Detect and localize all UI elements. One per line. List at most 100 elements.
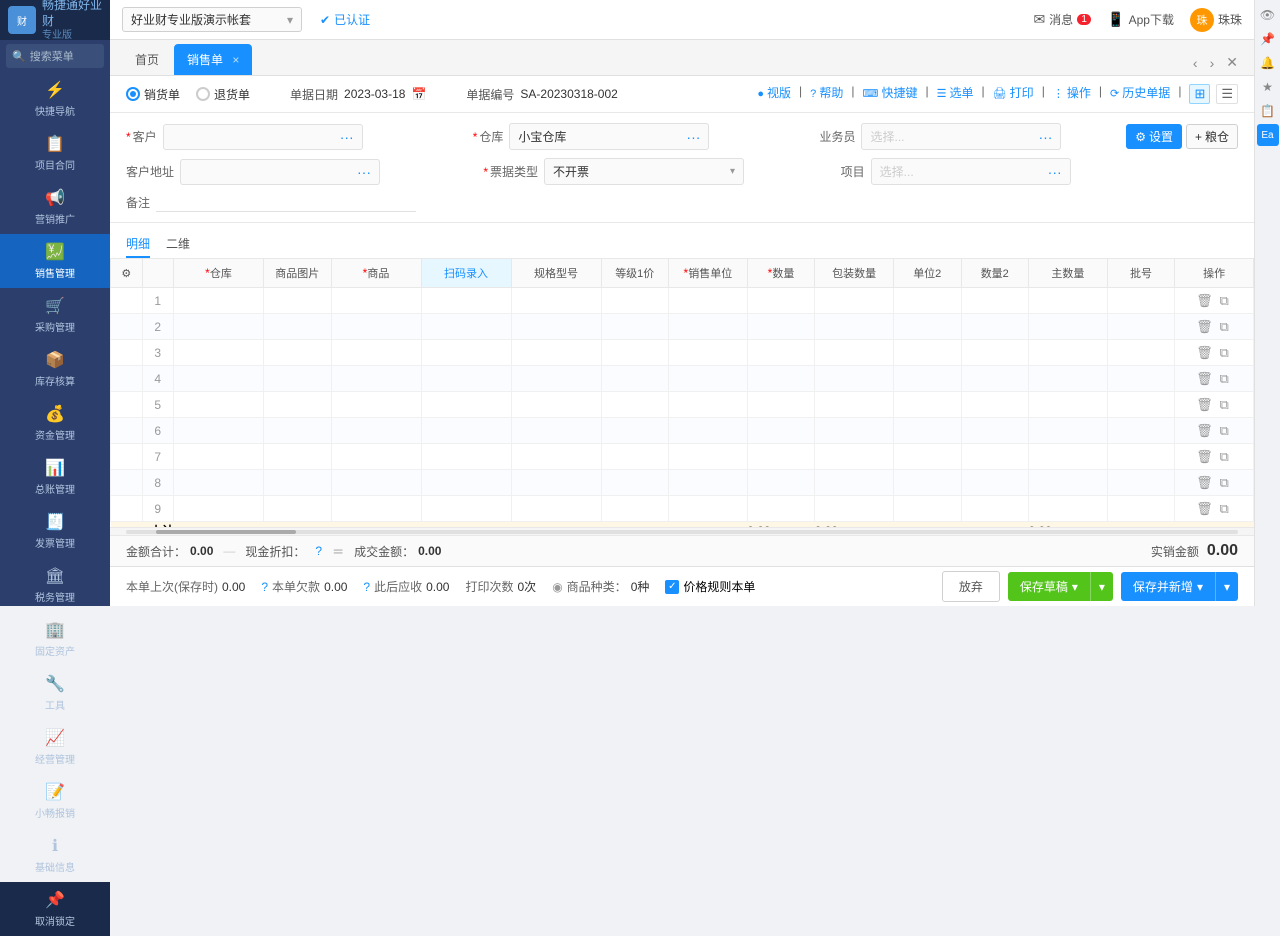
row-product-cell[interactable] (331, 470, 421, 496)
sidebar-item-unpin[interactable]: 📌 取消锁定 (0, 882, 110, 936)
row-scan-cell[interactable] (421, 444, 511, 470)
tab-next-icon[interactable]: › (1206, 53, 1219, 73)
sidebar-item-project[interactable]: 📋 项目合同 (0, 126, 110, 180)
row-warehouse-cell[interactable] (174, 314, 264, 340)
row-product-cell[interactable] (331, 392, 421, 418)
right-tool-clip[interactable]: 📋 (1257, 100, 1279, 122)
row-qty-cell[interactable] (747, 496, 815, 522)
row-unit-cell[interactable] (669, 314, 748, 340)
tab-close-all-icon[interactable]: ✕ (1222, 52, 1242, 73)
col-settings[interactable]: ⚙ (111, 259, 143, 288)
add-button[interactable]: + 粮仓 (1186, 124, 1238, 149)
sidebar-item-basic[interactable]: ℹ 基础信息 (0, 828, 110, 882)
calendar-icon[interactable]: 📅 (411, 87, 426, 101)
row-qty-cell[interactable] (747, 288, 815, 314)
price-check[interactable]: ✓ 价格规则本单 (665, 578, 755, 595)
right-tool-pin[interactable]: 📌 (1257, 28, 1279, 50)
print-btn[interactable]: 🖨 打印 (993, 84, 1034, 104)
customer-input[interactable]: ··· (163, 124, 363, 150)
sidebar-item-finance[interactable]: 💰 资金管理 (0, 396, 110, 450)
row-copy-button[interactable]: ⧉ (1216, 423, 1232, 439)
row-copy-button[interactable]: ⧉ (1216, 371, 1232, 387)
salesperson-input[interactable]: 选择... ··· (861, 123, 1061, 150)
row-scan-cell[interactable] (421, 288, 511, 314)
notes-input[interactable] (156, 193, 416, 212)
save-draft-dropdown[interactable]: ▾ (1090, 572, 1113, 601)
row-delete-button[interactable]: 🗑 (1196, 397, 1212, 413)
scroll-thumb[interactable] (156, 530, 296, 534)
view-btn[interactable]: ● 视版 (757, 84, 791, 104)
row-delete-button[interactable]: 🗑 (1196, 501, 1212, 517)
row-product-cell[interactable] (331, 444, 421, 470)
row-qty-cell[interactable] (747, 470, 815, 496)
row-product-cell[interactable] (331, 366, 421, 392)
tab-home[interactable]: 首页 (122, 44, 172, 75)
row-qty-cell[interactable] (747, 314, 815, 340)
project-input[interactable]: 选择... ··· (871, 158, 1071, 185)
shortcut-btn[interactable]: ⌨ 快捷键 (863, 84, 918, 104)
sidebar-item-tools[interactable]: 🔧 工具 (0, 666, 110, 720)
sidebar-item-inventory[interactable]: 📦 库存核算 (0, 342, 110, 396)
row-delete-button[interactable]: 🗑 (1196, 423, 1212, 439)
radio-return[interactable]: 退货单 (196, 86, 250, 103)
row-delete-button[interactable]: 🗑 (1196, 449, 1212, 465)
col-qty[interactable]: *数量 (747, 259, 815, 288)
row-product-cell[interactable] (331, 418, 421, 444)
right-tool-bell[interactable]: 🔔 (1257, 52, 1279, 74)
col-scan[interactable]: 扫码录入 (421, 259, 511, 288)
right-tool-circle[interactable]: Ea (1257, 124, 1279, 146)
right-tool-view[interactable]: 👁 (1257, 4, 1279, 26)
help-icon[interactable]: ? (315, 544, 322, 558)
save-draft-button[interactable]: 保存草稿 ▾ (1008, 572, 1090, 601)
save-new-button[interactable]: 保存并新增 ▾ (1121, 572, 1215, 601)
sidebar-item-quick-nav[interactable]: ⚡ 快捷导航 (0, 72, 110, 126)
row-delete-button[interactable]: 🗑 (1196, 319, 1212, 335)
row-warehouse-cell[interactable] (174, 366, 264, 392)
row-unit-cell[interactable] (669, 288, 748, 314)
address-input[interactable]: ··· (180, 159, 380, 185)
sidebar-item-accounts[interactable]: 📊 总账管理 (0, 450, 110, 504)
row-copy-button[interactable]: ⧉ (1216, 475, 1232, 491)
row-qty-cell[interactable] (747, 444, 815, 470)
col-warehouse[interactable]: *仓库 (174, 259, 264, 288)
sidebar-item-purchase[interactable]: 🛒 采购管理 (0, 288, 110, 342)
row-copy-button[interactable]: ⧉ (1216, 319, 1232, 335)
app-download-button[interactable]: 📱 App下载 (1107, 11, 1174, 28)
row-product-cell[interactable] (331, 340, 421, 366)
row-scan-cell[interactable] (421, 366, 511, 392)
sidebar-item-tax[interactable]: 🏛 税务管理 (0, 558, 110, 612)
tab-prev-icon[interactable]: ‹ (1189, 53, 1202, 73)
row-scan-cell[interactable] (421, 470, 511, 496)
warehouse-input[interactable]: 小宝仓库 ··· (509, 123, 709, 150)
row-unit-cell[interactable] (669, 366, 748, 392)
sidebar-item-ops[interactable]: 📈 经营管理 (0, 720, 110, 774)
row-scan-cell[interactable] (421, 418, 511, 444)
search-menu-button[interactable]: 🔍 搜索菜单 (6, 44, 104, 68)
row-unit-cell[interactable] (669, 392, 748, 418)
row-unit-cell[interactable] (669, 496, 748, 522)
radio-sale[interactable]: 销货单 (126, 86, 180, 103)
row-qty-cell[interactable] (747, 366, 815, 392)
row-copy-button[interactable]: ⧉ (1216, 345, 1232, 361)
tab-sales-order[interactable]: 销售单 × (174, 44, 252, 75)
operations-btn[interactable]: ⋮ 操作 (1053, 84, 1091, 104)
row-scan-cell[interactable] (421, 392, 511, 418)
row-delete-button[interactable]: 🗑 (1196, 293, 1212, 309)
debt-help-icon[interactable]: ? (261, 580, 268, 594)
messages-button[interactable]: ✉ 消息 1 (1033, 11, 1091, 28)
invoice-select[interactable]: 不开票 ▾ (544, 158, 744, 185)
row-warehouse-cell[interactable] (174, 496, 264, 522)
row-warehouse-cell[interactable] (174, 470, 264, 496)
row-delete-button[interactable]: 🗑 (1196, 475, 1212, 491)
row-qty-cell[interactable] (747, 418, 815, 444)
abandon-button[interactable]: 放弃 (942, 571, 1000, 602)
row-product-cell[interactable] (331, 314, 421, 340)
tab-detail[interactable]: 明细 (126, 231, 150, 258)
sidebar-item-marketing[interactable]: 📢 营销推广 (0, 180, 110, 234)
sidebar-item-invoice[interactable]: 🧾 发票管理 (0, 504, 110, 558)
row-scan-cell[interactable] (421, 340, 511, 366)
sidebar-item-assets[interactable]: 🏢 固定资产 (0, 612, 110, 666)
tab-2d[interactable]: 二维 (166, 231, 190, 258)
help-btn[interactable]: ? 帮助 (810, 84, 843, 104)
row-scan-cell[interactable] (421, 314, 511, 340)
